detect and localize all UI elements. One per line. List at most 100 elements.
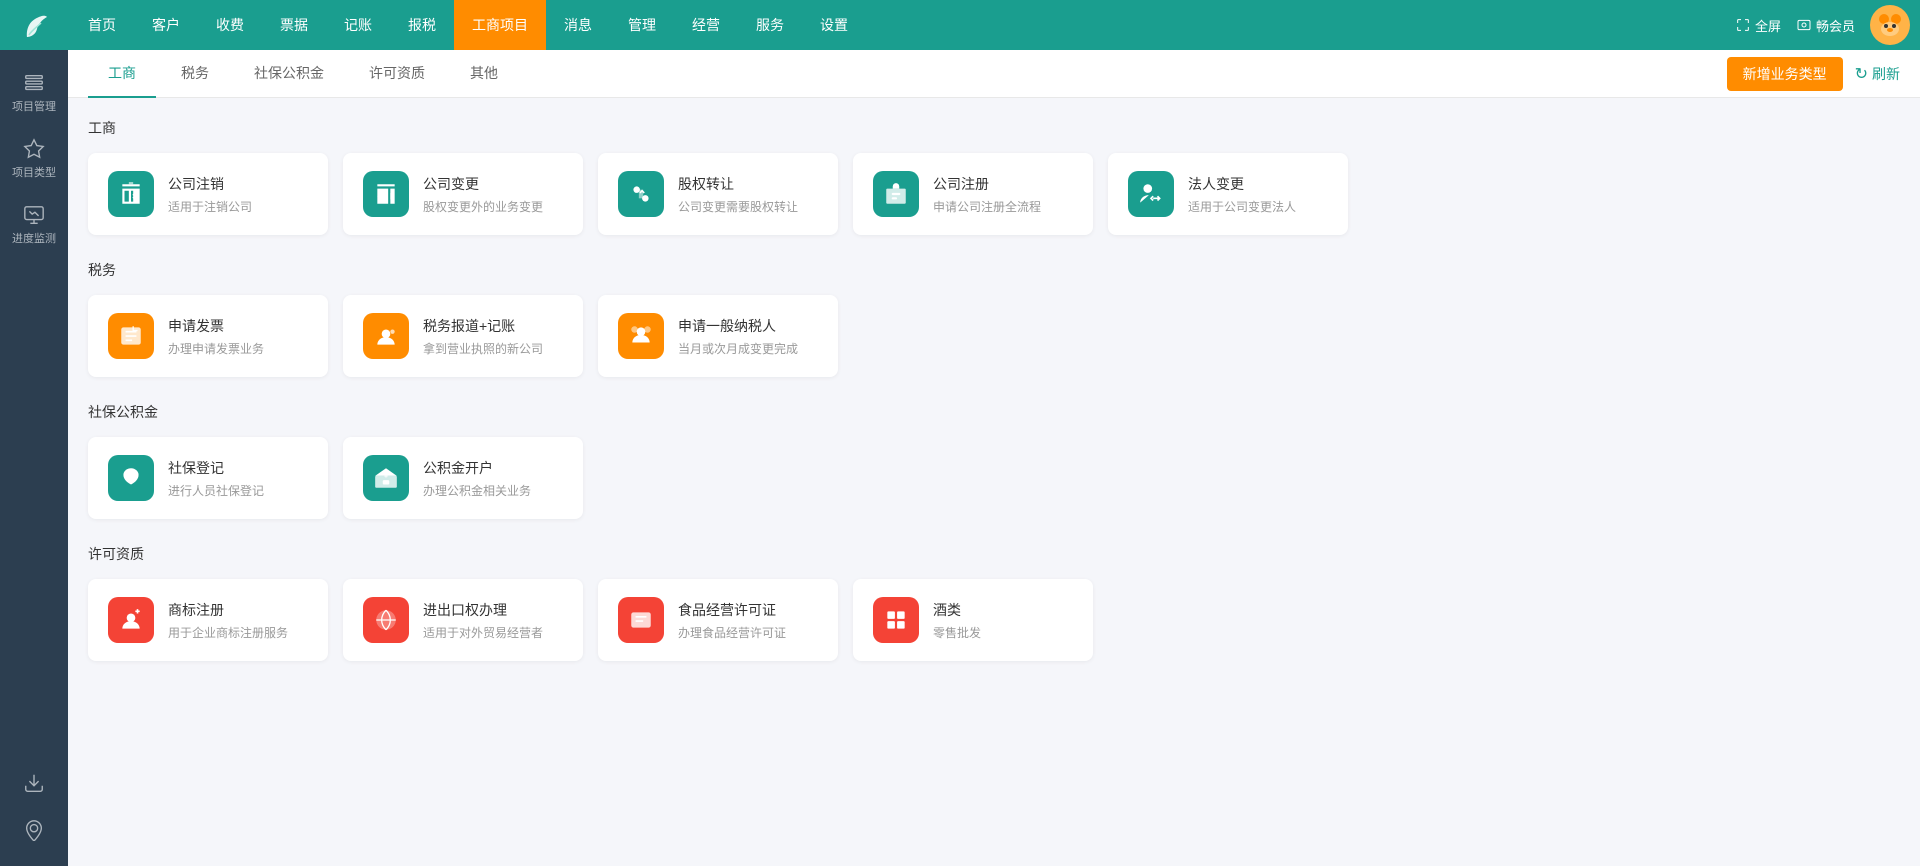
nav-fee[interactable]: 收费	[198, 0, 262, 50]
card-company-change[interactable]: 公司变更 股权变更外的业务变更	[343, 153, 583, 235]
card-title-legal-person-change: 法人变更	[1188, 174, 1296, 194]
tab-gongshang[interactable]: 工商	[88, 50, 156, 98]
sidebar: 项目管理 项目类型 进度监测	[0, 50, 68, 866]
cards-shuiwu: 申请发票 办理申请发票业务 税务报道+记账 拿到营业执照的新公司	[88, 295, 1900, 377]
card-title-company-cancel: 公司注销	[168, 174, 252, 194]
card-company-register[interactable]: 公司注册 申请公司注册全流程	[853, 153, 1093, 235]
card-desc-trademark: 用于企业商标注册服务	[168, 624, 288, 641]
tab-xuke[interactable]: 许可资质	[349, 50, 445, 98]
card-icon-social-insurance	[108, 455, 154, 501]
card-desc-company-cancel: 适用于注销公司	[168, 198, 252, 215]
nav-service[interactable]: 服务	[738, 0, 802, 50]
card-icon-company-cancel	[108, 171, 154, 217]
card-title-housing-fund: 公积金开户	[423, 458, 531, 478]
section-title-shuiwu: 税务	[88, 260, 1900, 280]
nav-settings[interactable]: 设置	[802, 0, 866, 50]
nav-right-area: 全屏 畅会员	[1735, 5, 1910, 45]
sidebar-item-progress-monitor[interactable]: 进度监测	[0, 192, 68, 258]
card-desc-equity-transfer: 公司变更需要股权转让	[678, 198, 798, 215]
sidebar-location-icon[interactable]	[13, 809, 55, 851]
card-desc-invoice: 办理申请发票业务	[168, 340, 264, 357]
nav-tax[interactable]: 报税	[390, 0, 454, 50]
nav-message[interactable]: 消息	[546, 0, 610, 50]
nav-manage[interactable]: 管理	[610, 0, 674, 50]
tab-bar: 工商 税务 社保公积金 许可资质 其他 新增业务类型 ↻ 刷新	[68, 50, 1920, 98]
section-title-shebao: 社保公积金	[88, 402, 1900, 422]
card-icon-legal-person-change	[1128, 171, 1174, 217]
card-icon-food-license	[618, 597, 664, 643]
card-housing-fund[interactable]: 公积金开户 办理公积金相关业务	[343, 437, 583, 519]
card-desc-tax-report: 拿到营业执照的新公司	[423, 340, 543, 357]
card-invoice[interactable]: 申请发票 办理申请发票业务	[88, 295, 328, 377]
nav-menu: 首页 客户 收费 票据 记账 报税 工商项目 消息 管理 经营 服务 设置	[70, 0, 1735, 50]
sidebar-bottom	[13, 762, 55, 866]
card-food-license[interactable]: 食品经营许可证 办理食品经营许可证	[598, 579, 838, 661]
card-title-company-register: 公司注册	[933, 174, 1041, 194]
card-icon-tax-report	[363, 313, 409, 359]
card-desc-social-insurance: 进行人员社保登记	[168, 482, 264, 499]
card-title-social-insurance: 社保登记	[168, 458, 264, 478]
section-title-gongshang: 工商	[88, 118, 1900, 138]
card-icon-general-taxpayer	[618, 313, 664, 359]
nav-operation[interactable]: 经营	[674, 0, 738, 50]
card-desc-company-change: 股权变更外的业务变更	[423, 198, 543, 215]
card-title-alcohol: 酒类	[933, 600, 981, 620]
new-type-button[interactable]: 新增业务类型	[1727, 57, 1843, 91]
card-title-invoice: 申请发票	[168, 316, 264, 336]
card-title-import-export: 进出口权办理	[423, 600, 543, 620]
card-title-trademark: 商标注册	[168, 600, 288, 620]
card-title-equity-transfer: 股权转让	[678, 174, 798, 194]
tab-actions: 新增业务类型 ↻ 刷新	[1727, 57, 1900, 91]
card-title-tax-report: 税务报道+记账	[423, 316, 543, 336]
card-desc-company-register: 申请公司注册全流程	[933, 198, 1041, 215]
card-desc-import-export: 适用于对外贸易经营者	[423, 624, 543, 641]
tab-qita[interactable]: 其他	[450, 50, 518, 98]
nav-bill[interactable]: 票据	[262, 0, 326, 50]
fullscreen-button[interactable]: 全屏	[1735, 16, 1781, 35]
card-title-general-taxpayer: 申请一般纳税人	[678, 316, 798, 336]
member-button[interactable]: 畅会员	[1796, 16, 1855, 35]
card-alcohol[interactable]: 酒类 零售批发	[853, 579, 1093, 661]
card-desc-general-taxpayer: 当月或次月成变更完成	[678, 340, 798, 357]
sidebar-download-icon[interactable]	[13, 762, 55, 804]
card-desc-alcohol: 零售批发	[933, 624, 981, 641]
section-title-xuke: 许可资质	[88, 544, 1900, 564]
nav-home[interactable]: 首页	[70, 0, 134, 50]
refresh-button[interactable]: ↻ 刷新	[1855, 64, 1900, 84]
tab-shebao[interactable]: 社保公积金	[234, 50, 344, 98]
card-trademark[interactable]: 商标注册 用于企业商标注册服务	[88, 579, 328, 661]
card-company-cancel[interactable]: 公司注销 适用于注销公司	[88, 153, 328, 235]
card-social-insurance[interactable]: 社保登记 进行人员社保登记	[88, 437, 328, 519]
card-import-export[interactable]: 进出口权办理 适用于对外贸易经营者	[343, 579, 583, 661]
card-desc-legal-person-change: 适用于公司变更法人	[1188, 198, 1296, 215]
card-tax-report[interactable]: 税务报道+记账 拿到营业执照的新公司	[343, 295, 583, 377]
card-title-company-change: 公司变更	[423, 174, 543, 194]
card-general-taxpayer[interactable]: 申请一般纳税人 当月或次月成变更完成	[598, 295, 838, 377]
app-logo	[10, 9, 60, 41]
tab-shuiwu[interactable]: 税务	[161, 50, 229, 98]
main-layout: 项目管理 项目类型 进度监测	[0, 50, 1920, 866]
cards-xuke: 商标注册 用于企业商标注册服务 进出口权办理 适用于对外贸易经营者	[88, 579, 1900, 661]
sidebar-item-project-type[interactable]: 项目类型	[0, 126, 68, 192]
card-desc-housing-fund: 办理公积金相关业务	[423, 482, 531, 499]
card-equity-transfer[interactable]: 股权转让 公司变更需要股权转让	[598, 153, 838, 235]
card-title-food-license: 食品经营许可证	[678, 600, 786, 620]
card-icon-equity-transfer	[618, 171, 664, 217]
card-icon-alcohol	[873, 597, 919, 643]
sidebar-item-project-manage[interactable]: 项目管理	[0, 60, 68, 126]
content-area: 工商 税务 社保公积金 许可资质 其他 新增业务类型 ↻ 刷新 工商	[68, 50, 1920, 866]
cards-gongshang: 公司注销 适用于注销公司 公司变更 股权变更外的业务变更	[88, 153, 1900, 235]
card-icon-company-register	[873, 171, 919, 217]
avatar[interactable]	[1870, 5, 1910, 45]
main-content: 工商 公司注销 适用于注销公司	[68, 98, 1920, 866]
card-desc-food-license: 办理食品经营许可证	[678, 624, 786, 641]
nav-client[interactable]: 客户	[134, 0, 198, 50]
nav-account[interactable]: 记账	[326, 0, 390, 50]
card-icon-trademark	[108, 597, 154, 643]
cards-shebao: 社保登记 进行人员社保登记 公积金开户 办理公积金相关业务	[88, 437, 1900, 519]
top-navigation: 首页 客户 收费 票据 记账 报税 工商项目 消息 管理 经营 服务 设置 全屏…	[0, 0, 1920, 50]
nav-biz[interactable]: 工商项目	[454, 0, 546, 50]
card-icon-company-change	[363, 171, 409, 217]
card-legal-person-change[interactable]: 法人变更 适用于公司变更法人	[1108, 153, 1348, 235]
card-icon-import-export	[363, 597, 409, 643]
